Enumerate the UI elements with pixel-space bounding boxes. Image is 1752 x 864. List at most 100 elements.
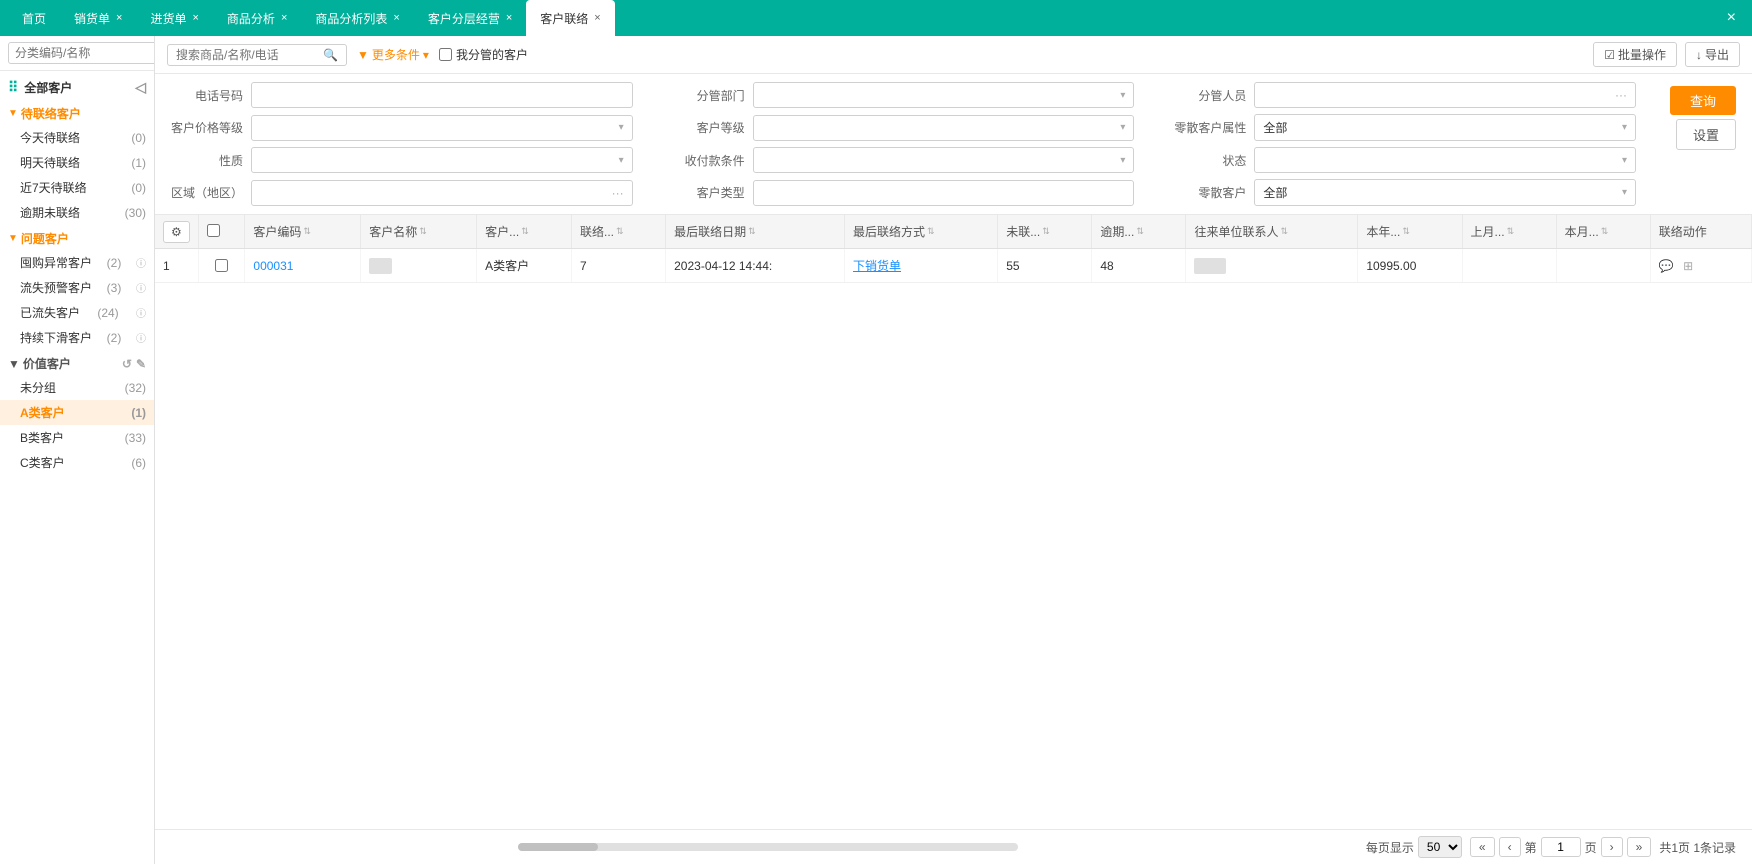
my-customers-check[interactable] (439, 48, 452, 61)
close-window-icon[interactable]: × (1719, 9, 1744, 27)
select-all-checkbox[interactable] (207, 224, 220, 237)
sidebar-item-churn-warning[interactable]: 流失预警客户 (3) ⓘ (0, 275, 154, 300)
all-customers-label[interactable]: 全部客户 (24, 79, 72, 96)
td-actions[interactable]: 💬 ⊞ (1650, 249, 1751, 283)
th-checkbox[interactable] (198, 215, 245, 249)
scrollbar-track[interactable] (518, 843, 1018, 851)
tab-home[interactable]: 首页 (8, 0, 60, 36)
customer-grade-select[interactable]: ▾ (753, 115, 1135, 141)
th-code[interactable]: 客户编码 ⇅ (245, 215, 361, 249)
last-contact-link[interactable]: 下销货单 (853, 259, 901, 273)
close-icon[interactable]: × (506, 12, 512, 24)
td-name[interactable]: Ea (361, 249, 477, 283)
th-last-contact-method[interactable]: 最后联络方式 ⇅ (845, 215, 998, 249)
close-icon[interactable]: × (281, 12, 287, 24)
scrollbar-thumb[interactable] (518, 843, 598, 851)
query-button[interactable]: 查询 (1670, 86, 1736, 115)
close-icon[interactable]: × (192, 12, 198, 24)
close-icon[interactable]: × (116, 12, 122, 24)
more-conditions-btn[interactable]: ▼ 更多条件 ▾ (357, 46, 429, 63)
close-icon[interactable]: × (393, 12, 399, 24)
price-grade-label: 客户价格等级 (171, 119, 251, 136)
sidebar-item-tomorrow[interactable]: 明天待联络 (1) (0, 150, 154, 175)
tab-sales[interactable]: 销货单 × (60, 0, 136, 36)
search-input[interactable] (176, 48, 323, 62)
th-this-month[interactable]: 本月... ⇅ (1556, 215, 1650, 249)
bulk-op-button[interactable]: ☑ 批量操作 (1593, 42, 1677, 67)
retail-customer-select[interactable]: 全部▾ (1254, 179, 1636, 206)
nature-select[interactable]: ▾ (251, 147, 633, 173)
th-unit-contact[interactable]: 往来单位联系人 ⇅ (1186, 215, 1358, 249)
section-problem-customers[interactable]: ▼ 问题客户 (0, 225, 154, 250)
export-button[interactable]: ↓ 导出 (1685, 42, 1740, 67)
section-pending-contact[interactable]: ▼ 待联络客户 (0, 100, 154, 125)
sidebar-item-7days[interactable]: 近7天待联络 (0) (0, 175, 154, 200)
customer-type-input[interactable] (753, 180, 1135, 206)
tab-purchase[interactable]: 进货单 × (136, 0, 212, 36)
sidebar-item-a-class[interactable]: A类客户 (1) (0, 400, 154, 425)
price-grade-select[interactable]: ▾ (251, 115, 633, 141)
gear-icon[interactable]: ⚙ (163, 221, 190, 243)
th-gear[interactable]: ⚙ (155, 215, 198, 249)
phone-input[interactable] (251, 82, 633, 108)
th-last-contact-date[interactable]: 最后联络日期 ⇅ (666, 215, 845, 249)
th-actions[interactable]: 联络动作 (1650, 215, 1751, 249)
search-icon[interactable]: 🔍 (323, 48, 338, 62)
tab-customer-contact[interactable]: 客户联络 × (526, 0, 614, 36)
dept-select[interactable]: ▾ (753, 82, 1135, 108)
prev-page-btn[interactable]: ‹ (1499, 837, 1521, 857)
th-not-contacted[interactable]: 未联... ⇅ (998, 215, 1092, 249)
sidebar-item-churned[interactable]: 已流失客户 (24) ⓘ (0, 300, 154, 325)
th-contact-count[interactable]: 联络... ⇅ (572, 215, 666, 249)
sidebar-search-input[interactable] (8, 42, 155, 64)
th-this-year[interactable]: 本年... ⇅ (1358, 215, 1462, 249)
th-last-month[interactable]: 上月... ⇅ (1462, 215, 1556, 249)
td-unit-contact: RE . (1186, 249, 1358, 283)
last-page-btn[interactable]: » (1627, 837, 1652, 857)
tab-analysis-list[interactable]: 商品分析列表 × (301, 0, 413, 36)
sort-icon: ⇅ (303, 226, 311, 237)
next-page-btn[interactable]: › (1601, 837, 1623, 857)
retail-attr-select[interactable]: 全部▾ (1254, 114, 1636, 141)
main-content: 🔍 ▼ 更多条件 ▾ 我分管的客户 ☑ 批量操作 ↓ 导出 (155, 36, 1752, 864)
top-nav: 首页 销货单 × 进货单 × 商品分析 × 商品分析列表 × 客户分层经营 × … (0, 0, 1752, 36)
th-overdue[interactable]: 逾期... ⇅ (1092, 215, 1186, 249)
sidebar-item-c-class[interactable]: C类客户 (6) (0, 450, 154, 475)
td-checkbox[interactable] (198, 249, 245, 283)
page-input[interactable] (1541, 837, 1581, 857)
collapse-icon[interactable]: ◁ (135, 79, 146, 96)
action-chat-icon[interactable]: 💬 (1659, 259, 1674, 273)
filter-row-2: 客户价格等级 ▾ 客户等级 ▾ (171, 114, 1636, 141)
region-input[interactable]: ··· (251, 180, 633, 206)
tab-analysis[interactable]: 商品分析 × (213, 0, 301, 36)
tab-customer-segment[interactable]: 客户分层经营 × (414, 0, 526, 36)
per-page-select[interactable]: 50 (1418, 836, 1462, 858)
th-customer-type[interactable]: 客户... ⇅ (477, 215, 572, 249)
sidebar-item-declining[interactable]: 持续下滑客户 (2) ⓘ (0, 325, 154, 350)
first-page-btn[interactable]: « (1470, 837, 1495, 857)
settings-button[interactable]: 设置 (1676, 119, 1736, 150)
td-last-contact-method[interactable]: 下销货单 (845, 249, 998, 283)
sort-icon: ⇅ (1601, 226, 1609, 237)
row-checkbox[interactable] (215, 259, 228, 272)
action-qr-icon[interactable]: ⊞ (1683, 259, 1693, 273)
td-code[interactable]: 000031 (245, 249, 361, 283)
edit-icon[interactable]: ✎ (136, 357, 146, 371)
sidebar-item-ungrouped[interactable]: 未分组 (32) (0, 375, 154, 400)
customer-grade-label: 客户等级 (673, 119, 753, 136)
chevron-down-icon: ▾ (1120, 155, 1125, 166)
status-select[interactable]: ▾ (1254, 147, 1636, 173)
sidebar-item-hoarding[interactable]: 囤购异常客户 (2) ⓘ (0, 250, 154, 275)
close-icon[interactable]: × (594, 12, 600, 24)
sidebar-item-b-class[interactable]: B类客户 (33) (0, 425, 154, 450)
refresh-icon[interactable]: ↺ (122, 357, 132, 371)
section-value-customers[interactable]: ▼ 价值客户 ↺ ✎ (0, 350, 154, 375)
sidebar-item-today[interactable]: 今天待联络 (0) (0, 125, 154, 150)
sidebar-item-overdue-contact[interactable]: 逾期未联络 (30) (0, 200, 154, 225)
my-customers-checkbox[interactable]: 我分管的客户 (439, 46, 528, 63)
manager-input[interactable]: ··· (1254, 82, 1636, 108)
chevron-down-icon: ▾ (1622, 187, 1627, 198)
payment-select[interactable]: ▾ (753, 147, 1135, 173)
sort-icon: ⇅ (1280, 226, 1288, 237)
th-name[interactable]: 客户名称 ⇅ (361, 215, 477, 249)
